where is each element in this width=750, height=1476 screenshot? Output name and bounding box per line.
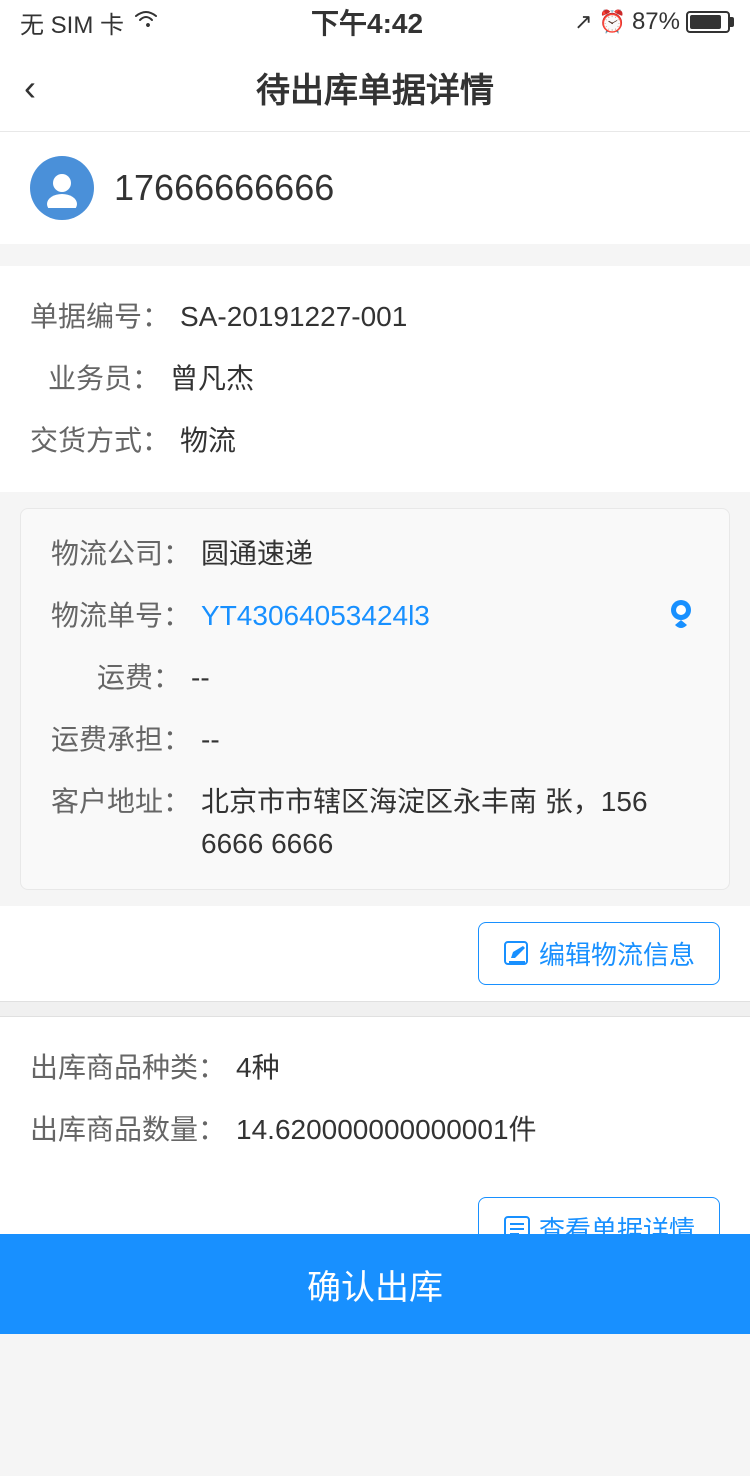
- edit-icon: [503, 940, 531, 968]
- product-quantity-value: 14.620000000000001件: [236, 1109, 720, 1151]
- status-right: ↗ ⏰ 87%: [574, 8, 730, 36]
- shipping-fee-label: 运费：: [51, 657, 181, 699]
- section-separator: [0, 1001, 750, 1017]
- customer-phone: 17666666666: [114, 167, 334, 209]
- logistics-card: 物流公司： 圆通速递 物流单号： YT43064053424l3 运费： -- …: [20, 508, 730, 890]
- order-number-row: 单据编号： SA-20191227-001: [30, 296, 720, 338]
- location-status-icon: ↗: [574, 9, 592, 35]
- address-label: 客户地址：: [51, 781, 191, 823]
- tracking-number-row: 物流单号： YT43064053424l3: [51, 595, 699, 637]
- track-location-icon[interactable]: [663, 595, 699, 631]
- product-type-value: 4种: [236, 1047, 720, 1089]
- edit-logistics-button[interactable]: 编辑物流信息: [478, 922, 720, 985]
- product-quantity-row: 出库商品数量： 14.620000000000001件: [30, 1109, 720, 1151]
- delivery-method-value: 物流: [180, 420, 720, 462]
- edit-logistics-row: 编辑物流信息: [0, 906, 750, 1001]
- order-number-value: SA-20191227-001: [180, 296, 720, 338]
- shipping-fee-value: --: [191, 657, 699, 699]
- basic-info-section: 单据编号： SA-20191227-001 业务员： 曾凡杰 交货方式： 物流: [0, 266, 750, 492]
- logistics-company-row: 物流公司： 圆通速递: [51, 533, 699, 575]
- battery-icon: [686, 11, 730, 33]
- status-left: 无 SIM 卡: [20, 5, 160, 40]
- confirm-button-label: 确认出库: [307, 1260, 443, 1309]
- order-number-label: 单据编号：: [30, 296, 170, 338]
- shipping-bearer-value: --: [201, 719, 699, 761]
- back-button[interactable]: ‹: [24, 67, 36, 109]
- wifi-icon: [132, 8, 160, 36]
- avatar: [30, 156, 94, 220]
- battery-percent: 87%: [632, 8, 680, 36]
- confirm-button[interactable]: 确认出库: [0, 1234, 750, 1334]
- shipping-bearer-row: 运费承担： --: [51, 719, 699, 761]
- dashed-divider: [0, 244, 750, 250]
- product-type-row: 出库商品种类： 4种: [30, 1047, 720, 1089]
- logistics-company-label: 物流公司：: [51, 533, 191, 575]
- sales-person-value: 曾凡杰: [170, 358, 720, 400]
- shipping-fee-row: 运费： --: [51, 657, 699, 699]
- product-section: 出库商品种类： 4种 出库商品数量： 14.620000000000001件: [0, 1017, 750, 1181]
- product-type-label: 出库商品种类：: [30, 1047, 226, 1089]
- customer-header: 17666666666: [0, 132, 750, 244]
- delivery-method-row: 交货方式： 物流: [30, 420, 720, 462]
- shipping-bearer-label: 运费承担：: [51, 719, 191, 761]
- address-value: 北京市市辖区海淀区永丰南 张，156 6666 6666: [201, 781, 699, 865]
- product-quantity-label: 出库商品数量：: [30, 1109, 226, 1151]
- sales-person-row: 业务员： 曾凡杰: [30, 358, 720, 400]
- tracking-number-value: YT43064053424l3: [201, 595, 653, 637]
- address-row: 客户地址： 北京市市辖区海淀区永丰南 张，156 6666 6666: [51, 781, 699, 865]
- status-bar: 无 SIM 卡 下午4:42 ↗ ⏰ 87%: [0, 0, 750, 44]
- tracking-number-label: 物流单号：: [51, 595, 191, 637]
- sales-person-label: 业务员：: [30, 358, 160, 400]
- delivery-method-label: 交货方式：: [30, 420, 170, 462]
- time-display: 下午4:42: [311, 2, 423, 42]
- alarm-icon: ⏰: [599, 9, 626, 35]
- edit-logistics-label: 编辑物流信息: [539, 935, 695, 972]
- carrier-text: 无 SIM 卡: [20, 5, 124, 40]
- page-title: 待出库单据详情: [256, 63, 494, 112]
- nav-bar: ‹ 待出库单据详情: [0, 44, 750, 132]
- logistics-company-value: 圆通速递: [201, 533, 699, 575]
